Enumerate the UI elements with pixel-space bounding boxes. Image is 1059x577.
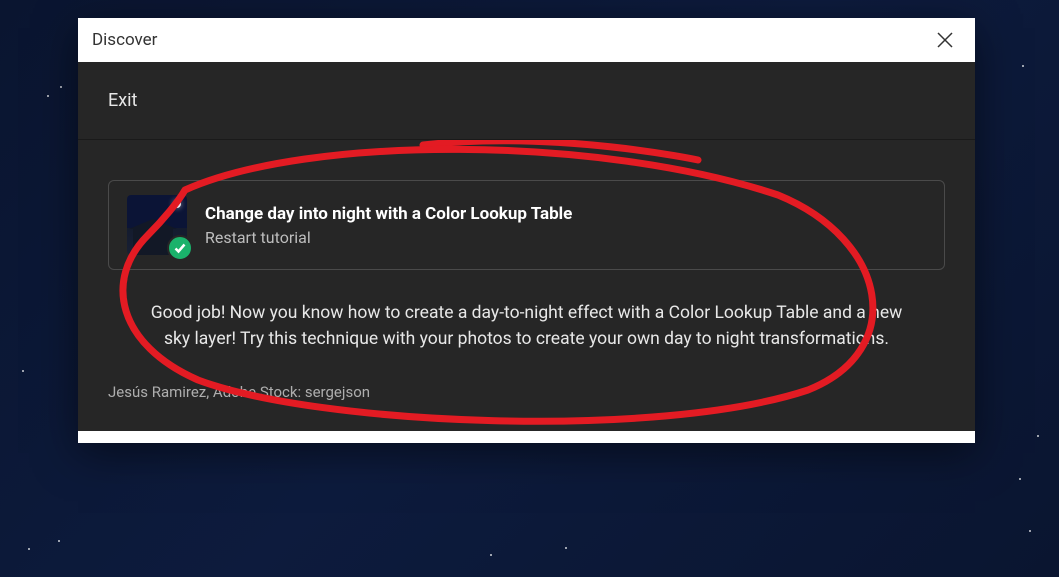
modal-title: Discover [92, 30, 157, 50]
tutorial-thumbnail-wrap [127, 195, 187, 255]
check-icon [173, 241, 187, 255]
close-button[interactable] [935, 30, 955, 50]
bg-star [60, 86, 62, 88]
modal-body: Exit Change day into [78, 62, 975, 431]
bg-star [22, 370, 24, 372]
bg-star [58, 540, 60, 542]
bg-star [490, 554, 492, 556]
credit-line: Jesús Ramirez, Adobe Stock: sergejson [108, 383, 945, 401]
exit-link[interactable]: Exit [108, 90, 137, 111]
bg-star [1037, 435, 1039, 437]
exit-bar: Exit [78, 62, 975, 140]
discover-modal: Discover Exit [78, 18, 975, 443]
bg-star [28, 548, 30, 550]
thumb-roof [129, 219, 177, 229]
completed-badge [167, 235, 193, 261]
tutorial-card[interactable]: Change day into night with a Color Looku… [108, 180, 945, 270]
modal-footer-gap [78, 431, 975, 443]
bg-star [1029, 530, 1031, 532]
content-area: Change day into night with a Color Looku… [78, 140, 975, 431]
close-icon [937, 32, 953, 48]
tutorial-text: Change day into night with a Color Looku… [205, 204, 572, 247]
bg-star [1022, 65, 1024, 67]
thumb-moon [173, 200, 181, 208]
bg-star [565, 547, 567, 549]
completion-message: Good job! Now you know how to create a d… [137, 300, 917, 353]
modal-header: Discover [78, 18, 975, 62]
restart-tutorial-link[interactable]: Restart tutorial [205, 228, 572, 247]
bg-star [47, 95, 49, 97]
bg-star [1019, 478, 1021, 480]
tutorial-title: Change day into night with a Color Looku… [205, 204, 572, 224]
